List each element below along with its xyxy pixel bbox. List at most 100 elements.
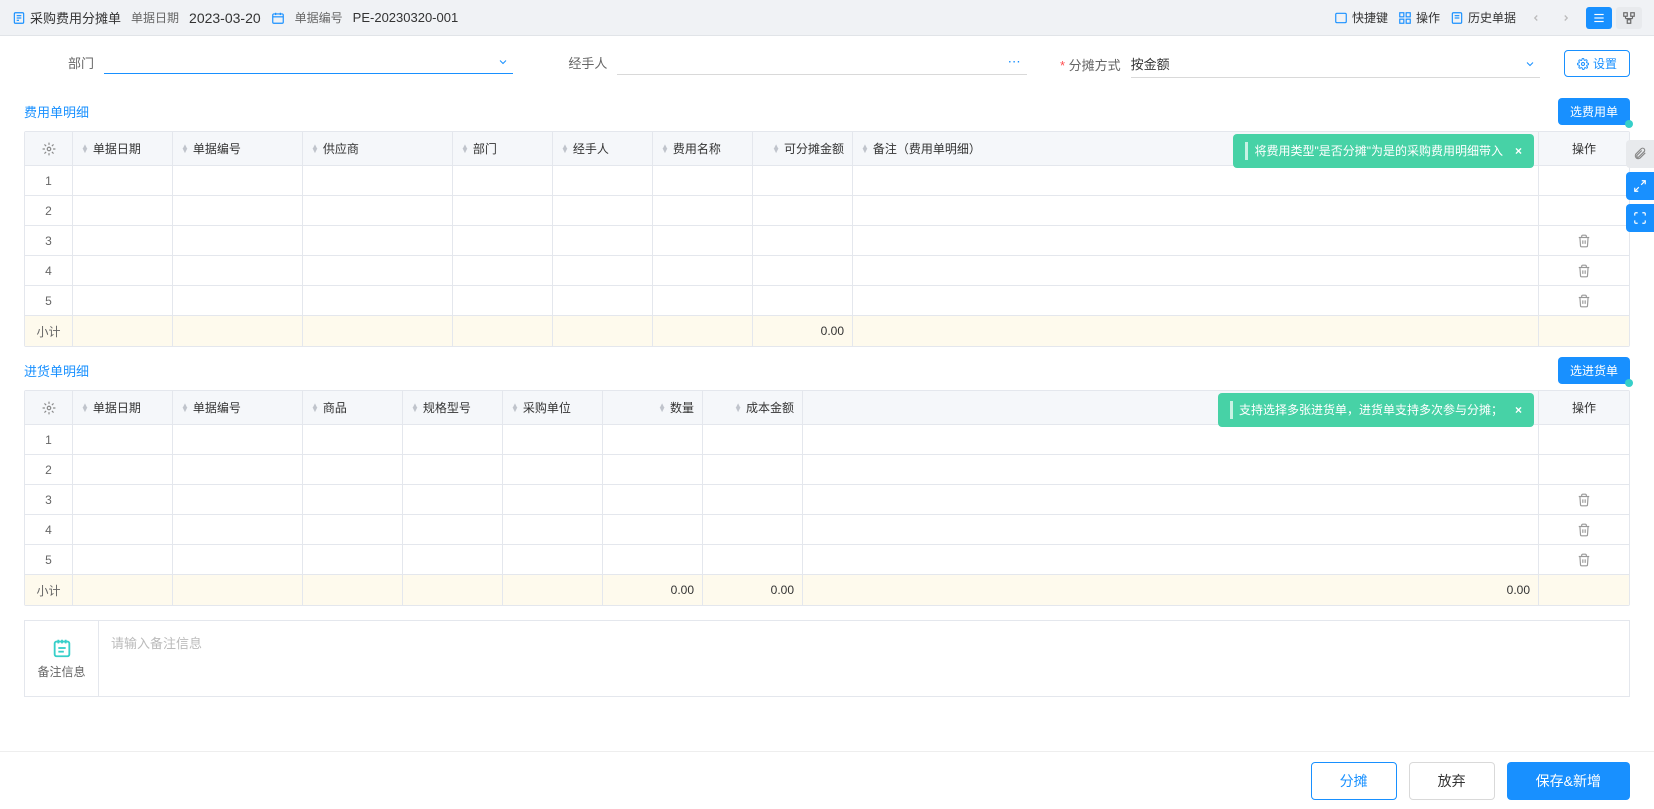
date-value: 2023-03-20 xyxy=(189,10,261,26)
gear-icon xyxy=(1577,58,1589,70)
select-stock-button[interactable]: 选进货单 xyxy=(1558,357,1630,384)
col-dept[interactable]: ▲▼部门 xyxy=(453,132,553,165)
trash-icon[interactable] xyxy=(1577,523,1591,537)
settings-button[interactable]: 设置 xyxy=(1564,50,1630,77)
grid-icon xyxy=(1398,11,1412,25)
trash-icon[interactable] xyxy=(1577,493,1591,507)
select-expense-button[interactable]: 选费用单 xyxy=(1558,98,1630,125)
history-link[interactable]: 历史单据 xyxy=(1450,9,1516,26)
sort-icon: ▲▼ xyxy=(411,404,419,412)
col-gear[interactable] xyxy=(25,391,73,424)
shortcut-link[interactable]: 快捷键 xyxy=(1334,9,1388,26)
expense-head: 费用单明细 选费用单 xyxy=(24,98,1630,125)
save-add-button[interactable]: 保存&新增 xyxy=(1507,762,1630,800)
allocate-button[interactable]: 分摊 xyxy=(1311,762,1397,800)
remark-block: 备注信息 xyxy=(24,620,1630,697)
expense-section: 费用单明细 选费用单 将费用类型"是否分摊"为是的采购费用明细带入 × ▲▼单据… xyxy=(0,98,1654,347)
chevron-down-icon[interactable] xyxy=(493,56,513,68)
row-index: 4 xyxy=(25,256,73,285)
col-gear[interactable] xyxy=(25,132,73,165)
table-row[interactable]: 5 xyxy=(25,286,1629,316)
chevron-down-icon[interactable] xyxy=(1520,58,1540,70)
gear-icon xyxy=(42,142,56,156)
col-op: 操作 xyxy=(1539,132,1629,165)
dept-group: 部门 xyxy=(24,50,513,74)
remark-input-wrap xyxy=(99,621,1629,696)
dept-label: 部门 xyxy=(24,53,104,72)
col-product[interactable]: ▲▼商品 xyxy=(303,391,403,424)
row-index: 2 xyxy=(25,455,73,484)
attachment-icon[interactable] xyxy=(1626,140,1654,168)
handler-input-wrap[interactable]: ⋯ xyxy=(617,50,1026,75)
table-row[interactable]: 2 xyxy=(25,196,1629,226)
col-fee-name[interactable]: ▲▼费用名称 xyxy=(653,132,753,165)
dept-input-wrap[interactable] xyxy=(104,50,513,74)
subtotal-qty: 0.00 xyxy=(603,575,703,605)
trash-icon[interactable] xyxy=(1577,553,1591,567)
view-tree-icon[interactable] xyxy=(1616,7,1642,29)
operate-link[interactable]: 操作 xyxy=(1398,9,1440,26)
gear-icon xyxy=(42,401,56,415)
col-unit[interactable]: ▲▼采购单位 xyxy=(503,391,603,424)
trash-icon[interactable] xyxy=(1577,294,1591,308)
col-cost[interactable]: ▲▼成本金额 xyxy=(703,391,803,424)
more-icon[interactable]: ⋯ xyxy=(1004,54,1027,70)
table-row[interactable]: 4 xyxy=(25,256,1629,286)
expense-subtotal-row: 小计 0.00 xyxy=(25,316,1629,346)
table-row[interactable]: 4 xyxy=(25,515,1629,545)
col-allocatable[interactable]: ▲▼可分摊金额 xyxy=(753,132,853,165)
remark-textarea[interactable] xyxy=(111,633,1617,681)
prev-arrow-icon[interactable] xyxy=(1526,8,1546,28)
sort-icon: ▲▼ xyxy=(561,145,569,153)
view-toggles xyxy=(1586,7,1642,29)
remark-label: 备注信息 xyxy=(37,663,85,680)
table-row[interactable]: 1 xyxy=(25,166,1629,196)
fullscreen-icon[interactable] xyxy=(1626,204,1654,232)
top-toolbar: 采购费用分摊单 单据日期 2023-03-20 单据编号 PE-20230320… xyxy=(0,0,1654,36)
sort-icon: ▲▼ xyxy=(861,145,869,153)
handler-input[interactable] xyxy=(617,55,1003,70)
toolbar-right: 快捷键 操作 历史单据 xyxy=(1334,7,1642,29)
bottom-bar: 分摊 放弃 保存&新增 xyxy=(0,751,1654,809)
close-icon[interactable]: × xyxy=(1515,401,1522,419)
col-supplier[interactable]: ▲▼供应商 xyxy=(303,132,453,165)
col-date[interactable]: ▲▼单据日期 xyxy=(73,132,173,165)
sort-icon: ▲▼ xyxy=(661,145,669,153)
settings-label: 设置 xyxy=(1593,55,1617,72)
trash-icon[interactable] xyxy=(1577,234,1591,248)
dept-input[interactable] xyxy=(104,54,493,69)
view-list-icon[interactable] xyxy=(1586,7,1612,29)
close-icon[interactable]: × xyxy=(1515,142,1522,160)
history-icon xyxy=(1450,11,1464,25)
toolbar-left: 采购费用分摊单 单据日期 2023-03-20 单据编号 PE-20230320… xyxy=(12,8,458,27)
hint-dot-icon xyxy=(1625,120,1633,128)
discard-button[interactable]: 放弃 xyxy=(1409,762,1495,800)
stock-section: 进货单明细 选进货单 支持选择多张进货单，进货单支持多次参与分摊； × ▲▼单据… xyxy=(0,357,1654,606)
stock-subtotal-row: 小计 0.00 0.00 0.00 xyxy=(25,575,1629,605)
col-spec[interactable]: ▲▼规格型号 xyxy=(403,391,503,424)
col-handler[interactable]: ▲▼经手人 xyxy=(553,132,653,165)
next-arrow-icon[interactable] xyxy=(1556,8,1576,28)
expand-icon[interactable] xyxy=(1626,172,1654,200)
shortcut-label: 快捷键 xyxy=(1352,9,1388,26)
table-row[interactable]: 5 xyxy=(25,545,1629,575)
col-date[interactable]: ▲▼单据日期 xyxy=(73,391,173,424)
calendar-icon[interactable] xyxy=(271,11,285,25)
operate-label: 操作 xyxy=(1416,9,1440,26)
method-select[interactable]: 按金额 xyxy=(1131,50,1540,78)
method-value: 按金额 xyxy=(1131,54,1520,73)
trash-icon[interactable] xyxy=(1577,264,1591,278)
table-row[interactable]: 1 xyxy=(25,425,1629,455)
col-no[interactable]: ▲▼单据编号 xyxy=(173,132,303,165)
col-no[interactable]: ▲▼单据编号 xyxy=(173,391,303,424)
col-qty[interactable]: ▲▼数量 xyxy=(603,391,703,424)
table-row[interactable]: 3 xyxy=(25,485,1629,515)
subtotal-alloc: 0.00 xyxy=(803,575,1539,605)
sort-icon: ▲▼ xyxy=(81,145,89,153)
stock-tip: 支持选择多张进货单，进货单支持多次参与分摊； × xyxy=(1218,393,1534,427)
table-row[interactable]: 2 xyxy=(25,455,1629,485)
row-index: 5 xyxy=(25,545,73,574)
row-index: 1 xyxy=(25,425,73,454)
subtotal-amount: 0.00 xyxy=(753,316,853,346)
table-row[interactable]: 3 xyxy=(25,226,1629,256)
